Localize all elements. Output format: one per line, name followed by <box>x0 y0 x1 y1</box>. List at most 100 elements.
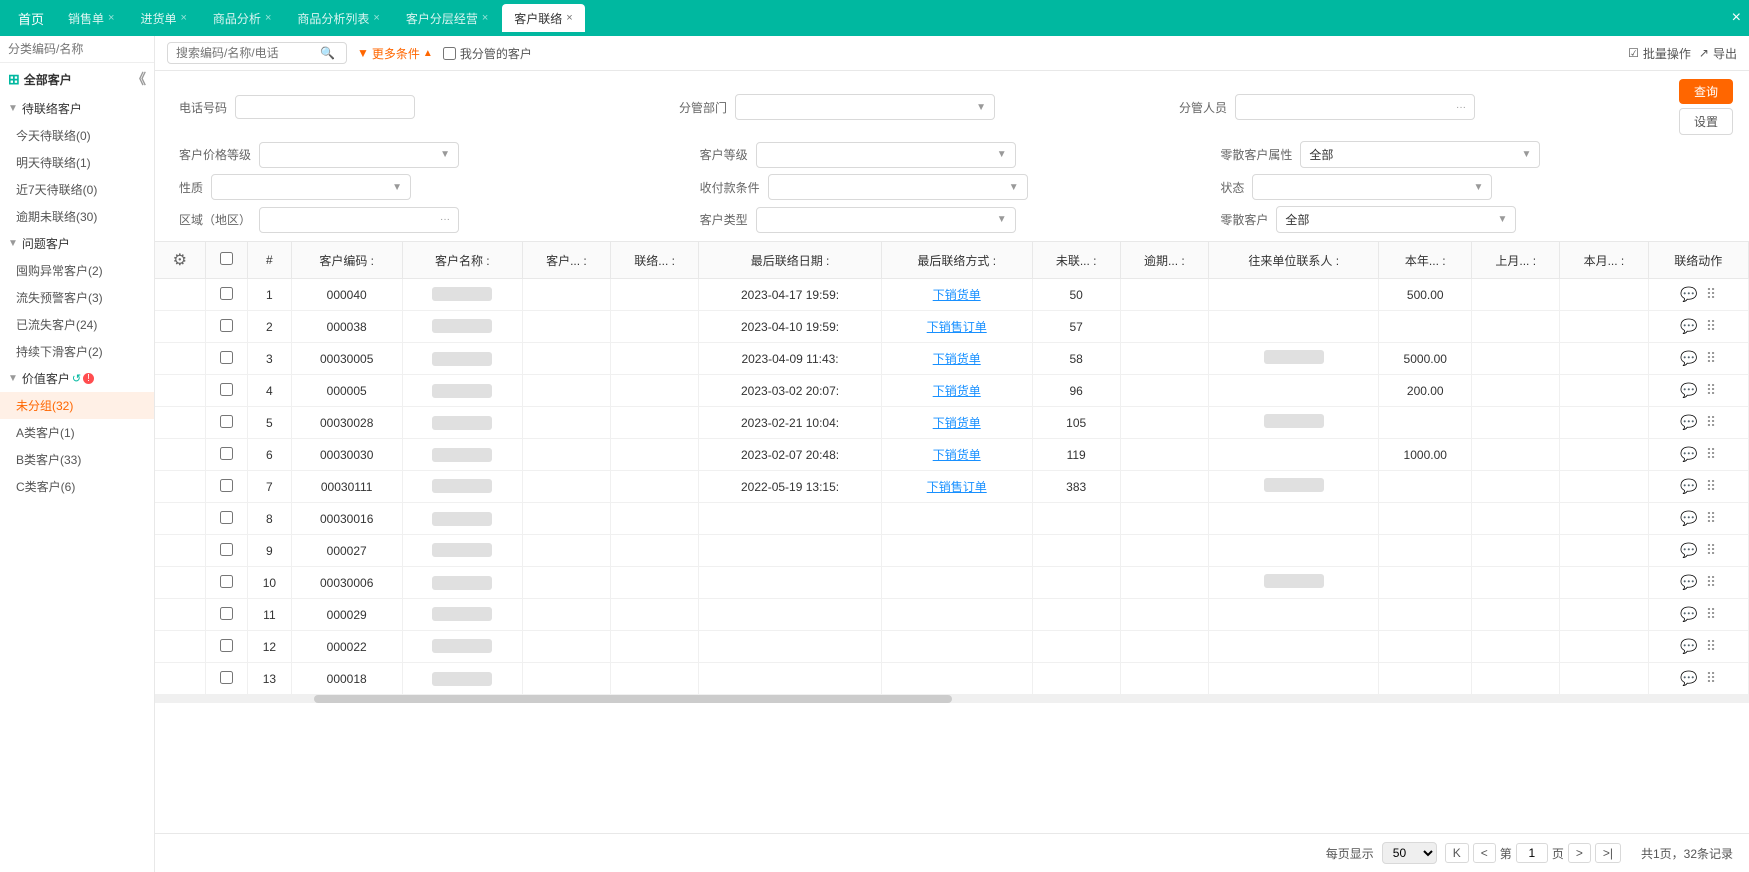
my-customers-filter[interactable]: 我分管的客户 <box>443 45 532 62</box>
nav-tab-sales[interactable]: 销售单 × <box>56 4 126 32</box>
sidebar-item-declining[interactable]: 持续下滑客户(2) <box>0 338 154 365</box>
more-action-icon[interactable]: ⠿ <box>1706 446 1716 463</box>
close-tab-customer-mgmt[interactable]: × <box>482 12 488 24</box>
nav-tab-customer-mgmt[interactable]: 客户分层经营 × <box>394 4 500 32</box>
col-uncontacted[interactable]: 未联... : <box>1032 242 1120 279</box>
sidebar-section-pending[interactable]: ▼ 待联络客户 <box>0 95 154 122</box>
row-select-checkbox[interactable] <box>220 671 233 684</box>
last-method-link[interactable]: 下销货单 <box>933 352 981 366</box>
col-this-month[interactable]: 本月... : <box>1560 242 1648 279</box>
col-last-month[interactable]: 上月... : <box>1472 242 1560 279</box>
next-page-btn[interactable]: > <box>1568 843 1591 863</box>
filter-status-select[interactable]: ▼ <box>1252 174 1492 200</box>
filter-more-btn[interactable]: ▼ 更多条件 ▲ <box>357 45 433 62</box>
row-last-method[interactable]: 下销货单 <box>881 375 1032 407</box>
more-action-icon[interactable]: ⠿ <box>1706 606 1716 623</box>
row-select-checkbox[interactable] <box>220 383 233 396</box>
more-action-icon[interactable]: ⠿ <box>1706 574 1716 591</box>
contact-action-icon[interactable]: 💬 <box>1680 638 1697 655</box>
row-checkbox[interactable] <box>205 599 248 631</box>
row-select-checkbox[interactable] <box>220 447 233 460</box>
close-tab-analysis-list[interactable]: × <box>373 12 379 24</box>
sidebar-item-tomorrow[interactable]: 明天待联络(1) <box>0 149 154 176</box>
sidebar-item-a-class[interactable]: A类客户(1) <box>0 419 154 446</box>
close-tab-sales[interactable]: × <box>108 12 114 24</box>
contact-action-icon[interactable]: 💬 <box>1680 542 1697 559</box>
all-customers-header[interactable]: ⊞ 全部客户 《 <box>0 63 154 95</box>
contact-action-icon[interactable]: 💬 <box>1680 286 1697 303</box>
nav-tab-purchase[interactable]: 进货单 × <box>128 4 198 32</box>
col-code[interactable]: 客户编码 : <box>291 242 402 279</box>
row-checkbox[interactable] <box>205 439 248 471</box>
row-checkbox[interactable] <box>205 407 248 439</box>
select-all-checkbox[interactable] <box>220 252 233 265</box>
more-action-icon[interactable]: ⠿ <box>1706 286 1716 303</box>
my-customers-checkbox[interactable] <box>443 47 456 60</box>
close-tab-purchase[interactable]: × <box>180 12 186 24</box>
per-page-select[interactable]: 50 20 100 <box>1382 842 1437 864</box>
contact-action-icon[interactable]: 💬 <box>1680 510 1697 527</box>
contact-action-icon[interactable]: 💬 <box>1680 478 1697 495</box>
sidebar-item-ungrouped[interactable]: 未分组(32) <box>0 392 154 419</box>
collapse-icon[interactable]: 《 <box>132 69 146 89</box>
contact-action-icon[interactable]: 💬 <box>1680 350 1697 367</box>
contact-action-icon[interactable]: 💬 <box>1680 574 1697 591</box>
close-tab-analysis[interactable]: × <box>265 12 271 24</box>
row-select-checkbox[interactable] <box>220 543 233 556</box>
row-checkbox[interactable] <box>205 503 248 535</box>
close-all-tabs[interactable]: × <box>1732 9 1741 27</box>
sidebar-item-churn-warning[interactable]: 流失预警客户(3) <box>0 284 154 311</box>
filter-manager-select[interactable]: ··· <box>1235 94 1475 120</box>
filter-dept-select[interactable]: ▼ <box>735 94 995 120</box>
row-select-checkbox[interactable] <box>220 575 233 588</box>
filter-customer-level-select[interactable]: ▼ <box>756 142 1016 168</box>
export-btn[interactable]: ↗ 导出 <box>1699 45 1737 62</box>
col-this-year[interactable]: 本年... : <box>1379 242 1472 279</box>
row-select-checkbox[interactable] <box>220 479 233 492</box>
row-checkbox[interactable] <box>205 471 248 503</box>
row-last-method[interactable]: 下销货单 <box>881 407 1032 439</box>
contact-action-icon[interactable]: 💬 <box>1680 606 1697 623</box>
scroll-bar-thumb[interactable] <box>314 695 952 703</box>
row-checkbox[interactable] <box>205 375 248 407</box>
sidebar-section-value[interactable]: ▼ 价值客户 ↺ ! <box>0 365 154 392</box>
col-unit-contacts[interactable]: 往来单位联系人 : <box>1208 242 1378 279</box>
sidebar-item-c-class[interactable]: C类客户(6) <box>0 473 154 500</box>
last-method-link[interactable]: 下销售订单 <box>927 480 987 494</box>
row-checkbox[interactable] <box>205 631 248 663</box>
last-page-btn[interactable]: >| <box>1595 843 1621 863</box>
reload-icon[interactable]: ↺ <box>72 372 81 385</box>
nav-home[interactable]: 首页 <box>8 9 54 28</box>
last-method-link[interactable]: 下销货单 <box>933 448 981 462</box>
last-method-link[interactable]: 下销货单 <box>933 288 981 302</box>
contact-action-icon[interactable]: 💬 <box>1680 670 1697 687</box>
batch-op-btn[interactable]: ☑ 批量操作 <box>1628 45 1691 62</box>
col-settings[interactable]: ⚙ <box>155 242 205 279</box>
filter-payment-select[interactable]: ▼ <box>768 174 1028 200</box>
col-name[interactable]: 客户名称 : <box>402 242 522 279</box>
row-last-method[interactable] <box>881 663 1032 695</box>
last-method-link[interactable]: 下销货单 <box>933 384 981 398</box>
more-action-icon[interactable]: ⠿ <box>1706 542 1716 559</box>
row-last-method[interactable]: 下销售订单 <box>881 311 1032 343</box>
contact-action-icon[interactable]: 💬 <box>1680 382 1697 399</box>
row-last-method[interactable] <box>881 503 1032 535</box>
col-checkbox[interactable] <box>205 242 248 279</box>
filter-price-level-select[interactable]: ▼ <box>259 142 459 168</box>
more-action-icon[interactable]: ⠿ <box>1706 670 1716 687</box>
last-method-link[interactable]: 下销售订单 <box>927 320 987 334</box>
prev-page-btn[interactable]: < <box>1473 843 1496 863</box>
row-checkbox[interactable] <box>205 663 248 695</box>
row-select-checkbox[interactable] <box>220 319 233 332</box>
close-tab-customer-contact[interactable]: × <box>566 12 572 24</box>
sidebar-item-7days[interactable]: 近7天待联络(0) <box>0 176 154 203</box>
sidebar-section-problem[interactable]: ▼ 问题客户 <box>0 230 154 257</box>
contact-action-icon[interactable]: 💬 <box>1680 318 1697 335</box>
reset-button[interactable]: 设置 <box>1679 108 1733 135</box>
col-contact[interactable]: 联络... : <box>611 242 699 279</box>
filter-scatter-select[interactable]: 全部 ▼ <box>1276 206 1516 233</box>
row-last-method[interactable] <box>881 567 1032 599</box>
col-last-date[interactable]: 最后联络日期 : <box>699 242 882 279</box>
scroll-bar[interactable] <box>155 695 1749 703</box>
col-last-method[interactable]: 最后联络方式 : <box>881 242 1032 279</box>
